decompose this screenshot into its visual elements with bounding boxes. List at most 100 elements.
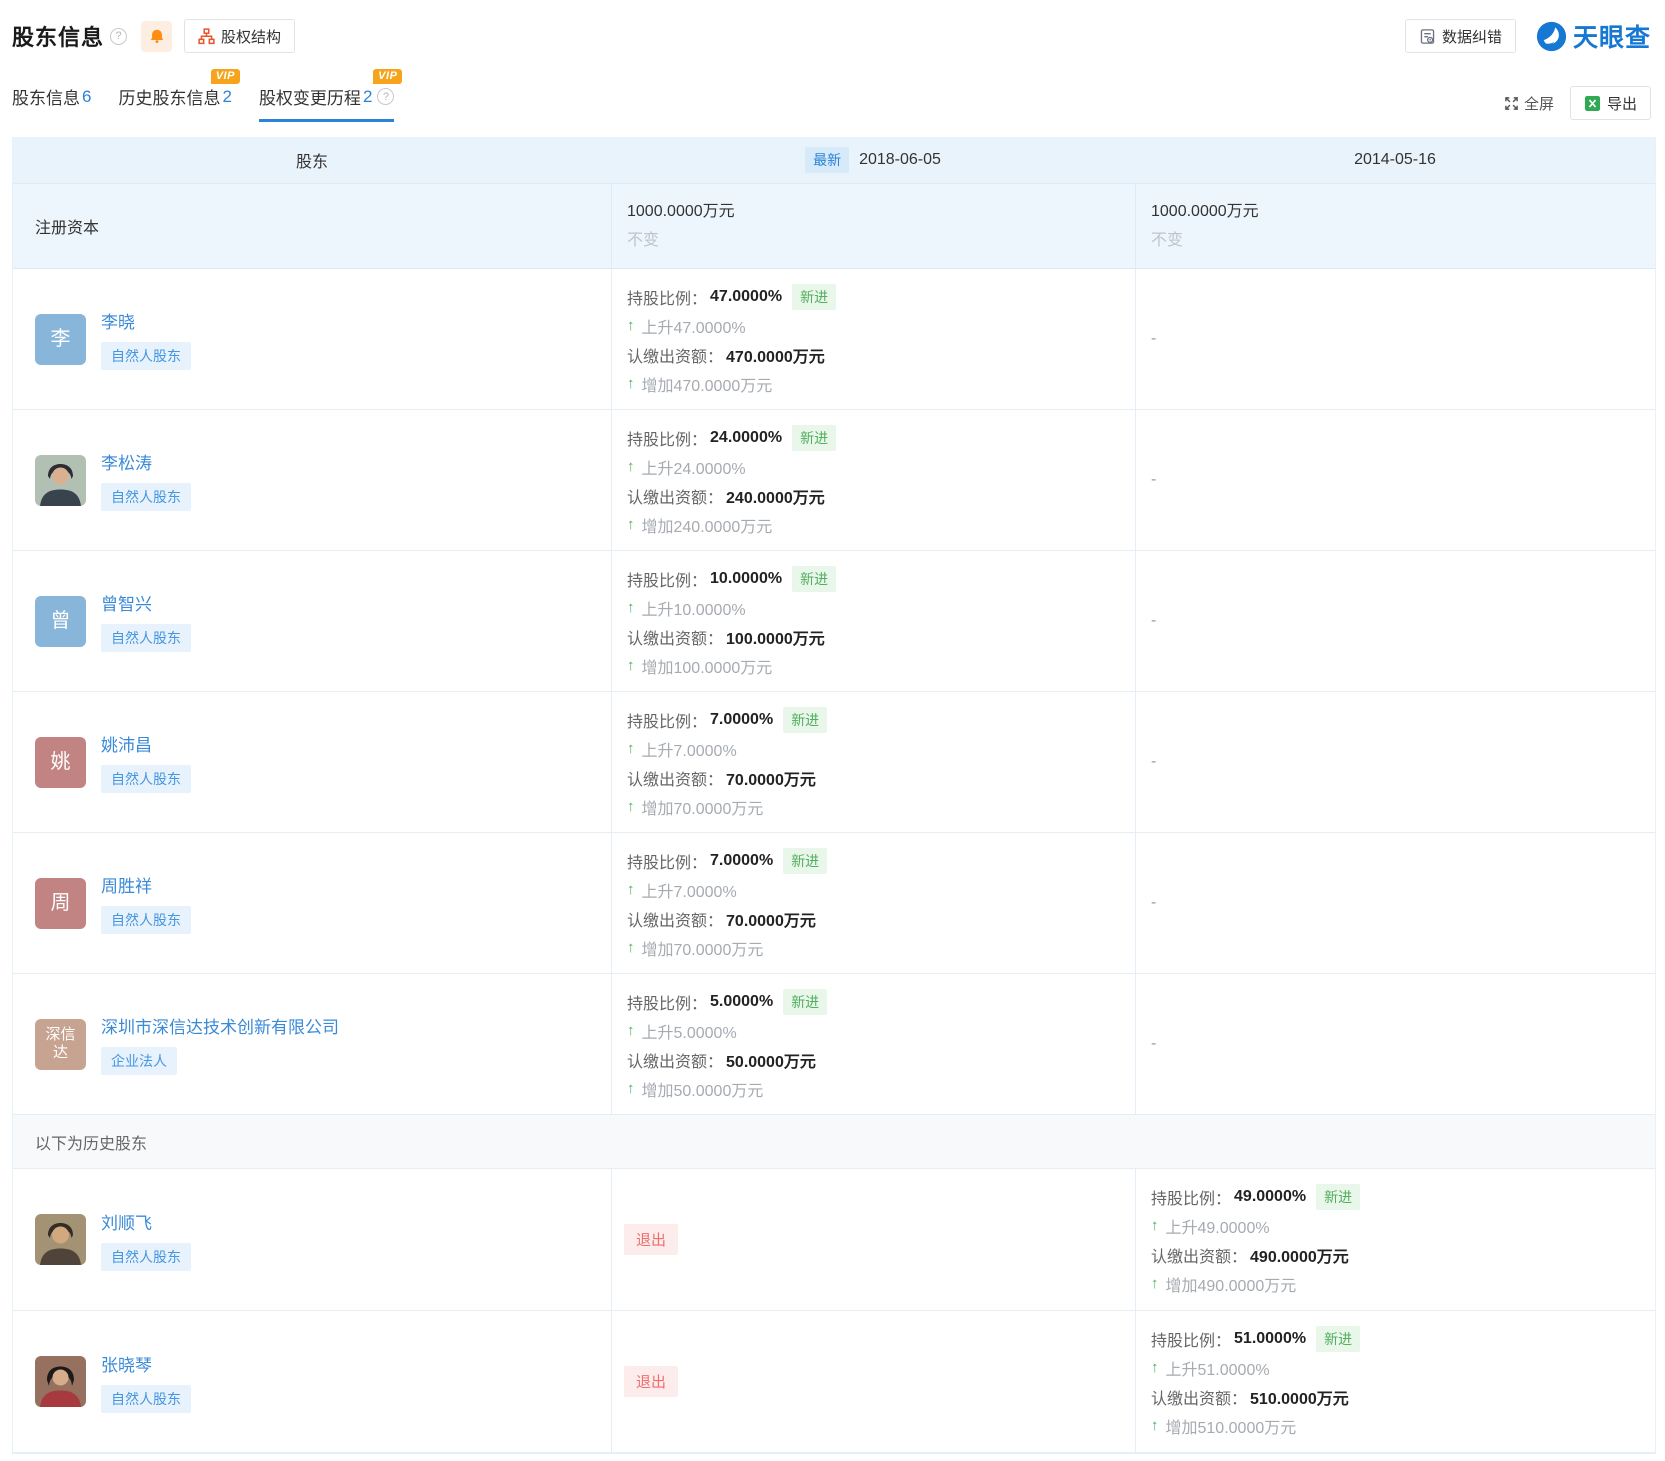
- history-shareholder-row: 刘顺飞 自然人股东 退出 持股比例：49.0000%新进 ↑上升49.0000%…: [13, 1169, 1655, 1311]
- latest-badge: 最新: [805, 147, 849, 173]
- new-entry-badge: 新进: [783, 707, 827, 733]
- avatar: 李: [35, 314, 86, 365]
- export-button[interactable]: 导出: [1570, 86, 1651, 120]
- new-entry-badge: 新进: [1316, 1326, 1360, 1352]
- up-arrow-icon: ↑: [1151, 1217, 1159, 1234]
- holding-detail-2018: 持股比例：7.0000%新进 ↑上升7.0000% 认缴出资额：70.0000万…: [611, 692, 1135, 832]
- avatar: 深信达: [35, 1019, 86, 1070]
- history-shareholders-divider: 以下为历史股东: [13, 1115, 1655, 1169]
- shareholder-name-link[interactable]: 周胜祥: [101, 872, 152, 897]
- tab-help-icon[interactable]: ?: [377, 88, 394, 105]
- page-title: 股东信息: [12, 20, 104, 52]
- shareholder-name-link[interactable]: 李晓: [101, 308, 135, 333]
- tianyancha-logo[interactable]: 天眼查: [1536, 18, 1651, 54]
- up-arrow-icon: ↑: [627, 1022, 635, 1039]
- shareholder-type-tag: 自然人股东: [101, 624, 191, 652]
- up-arrow-icon: ↑: [627, 939, 635, 956]
- shareholder-type-tag: 自然人股东: [101, 1385, 191, 1413]
- shareholder-type-tag: 自然人股东: [101, 765, 191, 793]
- new-entry-badge: 新进: [792, 425, 836, 451]
- shareholder-row: 深信达 深圳市深信达技术创新有限公司 企业法人 持股比例：5.0000%新进 ↑…: [13, 974, 1655, 1115]
- shareholder-name-link[interactable]: 刘顺飞: [101, 1209, 152, 1234]
- avatar: 曾: [35, 596, 86, 647]
- shareholder-name-link[interactable]: 李松涛: [101, 449, 152, 474]
- up-arrow-icon: ↑: [627, 798, 635, 815]
- holding-detail-2014: 持股比例：51.0000%新进 ↑上升51.0000% 认缴出资额：510.00…: [1135, 1311, 1655, 1452]
- top-bar: 股东信息 ? 股权结构 数据纠错: [0, 0, 1665, 54]
- equity-change-table: 股东 最新 2018-06-05 2014-05-16 注册资本 1000.00…: [12, 137, 1656, 1454]
- new-entry-badge: 新进: [792, 566, 836, 592]
- up-arrow-icon: ↑: [627, 599, 635, 616]
- holding-detail-2018: 持股比例：10.0000%新进 ↑上升10.0000% 认缴出资额：100.00…: [611, 551, 1135, 691]
- registered-capital-2014: 1000.0000万元 不变: [1135, 184, 1655, 268]
- equity-structure-button[interactable]: 股权结构: [184, 19, 295, 53]
- vip-badge: VIP: [211, 69, 240, 84]
- holding-detail-2018-exit: 退出: [611, 1169, 1135, 1310]
- up-arrow-icon: ↑: [627, 317, 635, 334]
- shareholder-row: 姚 姚沛昌 自然人股东 持股比例：7.0000%新进 ↑上升7.0000% 认缴…: [13, 692, 1655, 833]
- shareholder-type-tag: 企业法人: [101, 1047, 177, 1075]
- holding-detail-2014-empty: -: [1135, 833, 1655, 973]
- holding-detail-2018: 持股比例：47.0000%新进 ↑上升47.0000% 认缴出资额：470.00…: [611, 269, 1135, 409]
- shareholder-name-link[interactable]: 深圳市深信达技术创新有限公司: [101, 1013, 339, 1038]
- holding-detail-2014-empty: -: [1135, 269, 1655, 409]
- fullscreen-button[interactable]: 全屏: [1504, 93, 1554, 114]
- avatar-photo: [35, 1214, 86, 1265]
- history-shareholder-row: 张晓琴 自然人股东 退出 持股比例：51.0000%新进 ↑上升51.0000%…: [13, 1311, 1655, 1453]
- bell-icon: [148, 27, 166, 45]
- shareholder-type-tag: 自然人股东: [101, 906, 191, 934]
- shareholder-type-tag: 自然人股东: [101, 342, 191, 370]
- new-entry-badge: 新进: [783, 989, 827, 1015]
- up-arrow-icon: ↑: [627, 516, 635, 533]
- tab-shareholder-info[interactable]: 股东信息6: [12, 84, 91, 122]
- shareholder-name-link[interactable]: 姚沛昌: [101, 731, 152, 756]
- shareholder-row: 曾 曾智兴 自然人股东 持股比例：10.0000%新进 ↑上升10.0000% …: [13, 551, 1655, 692]
- vip-badge: VIP: [373, 69, 402, 84]
- column-header-date-new: 最新 2018-06-05: [611, 137, 1135, 183]
- registered-capital-label: 注册资本: [13, 184, 611, 268]
- exit-badge: 退出: [624, 1224, 678, 1255]
- avatar: 周: [35, 878, 86, 929]
- tab-equity-change-history[interactable]: VIP 股权变更历程2 ?: [259, 84, 394, 122]
- tab-history-shareholder-info[interactable]: VIP 历史股东信息2: [118, 84, 231, 122]
- shareholder-name-link[interactable]: 曾智兴: [101, 590, 152, 615]
- up-arrow-icon: ↑: [627, 881, 635, 898]
- registered-capital-2018: 1000.0000万元 不变: [611, 184, 1135, 268]
- new-entry-badge: 新进: [1316, 1184, 1360, 1210]
- shareholder-row: 周 周胜祥 自然人股东 持股比例：7.0000%新进 ↑上升7.0000% 认缴…: [13, 833, 1655, 974]
- up-arrow-icon: ↑: [627, 740, 635, 757]
- shareholder-type-tag: 自然人股东: [101, 483, 191, 511]
- up-arrow-icon: ↑: [627, 458, 635, 475]
- up-arrow-icon: ↑: [1151, 1275, 1159, 1292]
- avatar-photo: [35, 455, 86, 506]
- new-entry-badge: 新进: [792, 284, 836, 310]
- excel-icon: [1584, 95, 1601, 112]
- holding-detail-2018: 持股比例：24.0000%新进 ↑上升24.0000% 认缴出资额：240.00…: [611, 410, 1135, 550]
- notification-bell-button[interactable]: [141, 21, 172, 52]
- table-header-row: 股东 最新 2018-06-05 2014-05-16: [13, 137, 1655, 184]
- column-header-shareholder: 股东: [13, 137, 611, 183]
- holding-detail-2018: 持股比例：5.0000%新进 ↑上升5.0000% 认缴出资额：50.0000万…: [611, 974, 1135, 1114]
- shareholder-name-link[interactable]: 张晓琴: [101, 1351, 152, 1376]
- up-arrow-icon: ↑: [1151, 1359, 1159, 1376]
- holding-detail-2018: 持股比例：7.0000%新进 ↑上升7.0000% 认缴出资额：70.0000万…: [611, 833, 1135, 973]
- holding-detail-2018-exit: 退出: [611, 1311, 1135, 1452]
- column-header-date-old: 2014-05-16: [1135, 137, 1655, 183]
- tabs-bar: 股东信息6 VIP 历史股东信息2 VIP 股权变更历程2 ? 全屏: [12, 84, 1651, 122]
- title-help-icon[interactable]: ?: [110, 28, 127, 45]
- up-arrow-icon: ↑: [627, 375, 635, 392]
- holding-detail-2014-empty: -: [1135, 692, 1655, 832]
- org-chart-icon: [198, 28, 215, 45]
- avatar-photo: [35, 1356, 86, 1407]
- avatar: 姚: [35, 737, 86, 788]
- shareholder-row: 李松涛 自然人股东 持股比例：24.0000%新进 ↑上升24.0000% 认缴…: [13, 410, 1655, 551]
- data-correction-button[interactable]: 数据纠错: [1405, 19, 1516, 53]
- tianyancha-logo-icon: [1536, 21, 1567, 52]
- shareholder-type-tag: 自然人股东: [101, 1243, 191, 1271]
- data-correction-icon: [1419, 28, 1436, 45]
- holding-detail-2014-empty: -: [1135, 410, 1655, 550]
- up-arrow-icon: ↑: [1151, 1417, 1159, 1434]
- holding-detail-2014-empty: -: [1135, 974, 1655, 1114]
- holding-detail-2014: 持股比例：49.0000%新进 ↑上升49.0000% 认缴出资额：490.00…: [1135, 1169, 1655, 1310]
- shareholder-row: 李 李晓 自然人股东 持股比例：47.0000%新进 ↑上升47.0000% 认…: [13, 269, 1655, 410]
